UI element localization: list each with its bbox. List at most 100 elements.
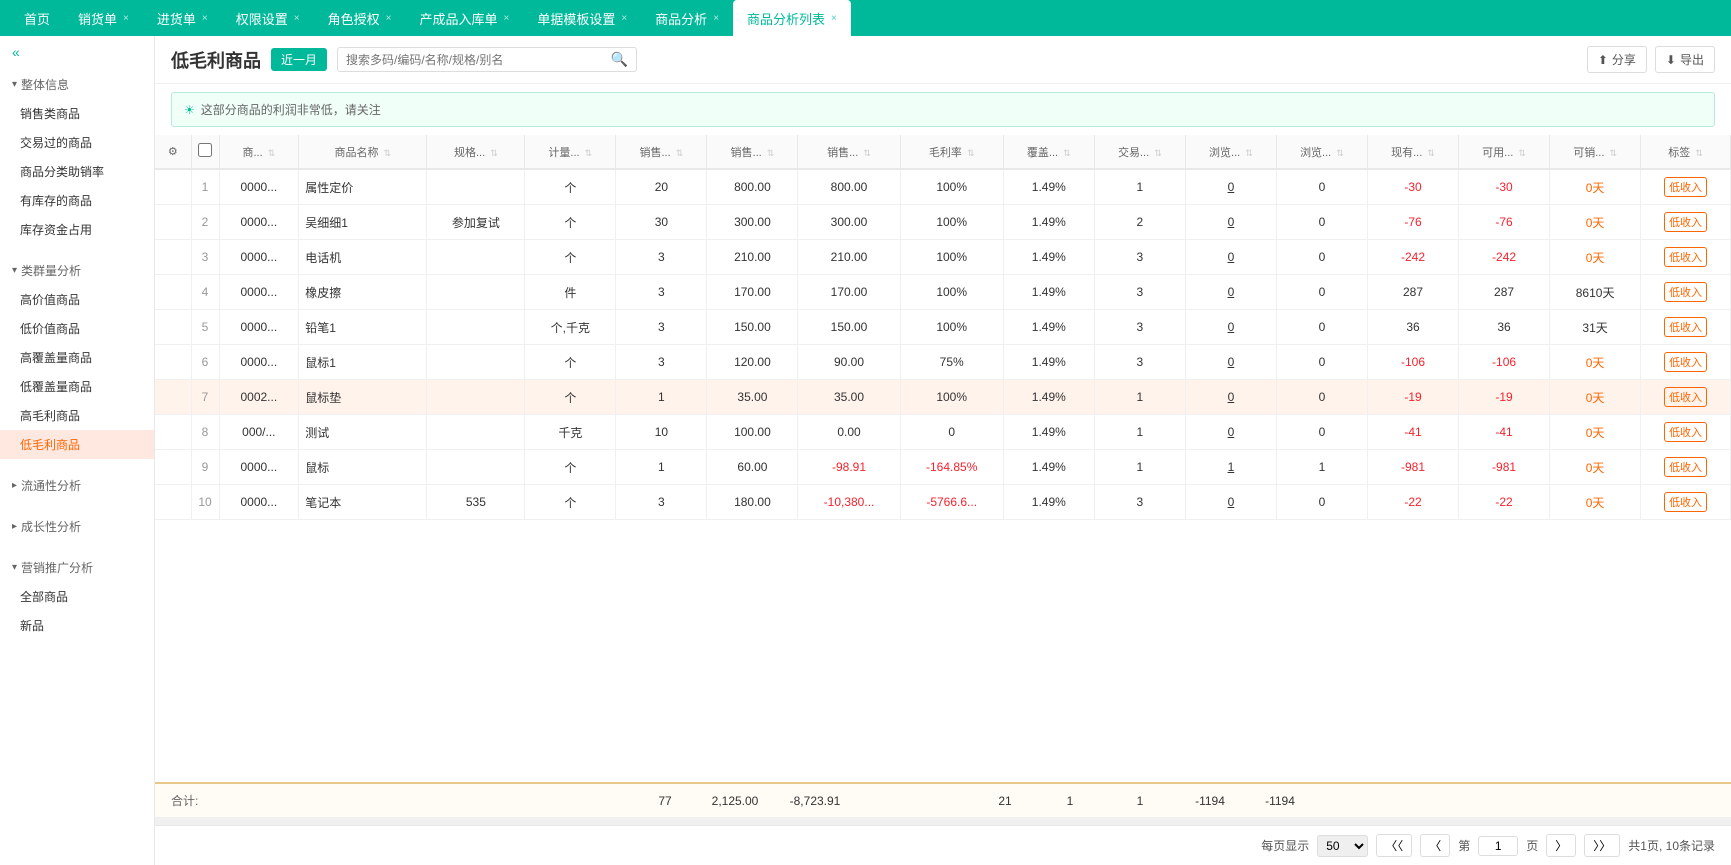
row-coverage: 1.49%	[1003, 275, 1094, 310]
col-sales-amount[interactable]: 销售... ⇅	[707, 135, 798, 169]
sidebar-item-category-rate[interactable]: 商品分类助销率	[0, 157, 154, 186]
prev-page-btn[interactable]: 〈	[1420, 834, 1450, 857]
col-saleable-days[interactable]: 可销... ⇅	[1550, 135, 1641, 169]
nav-product-entry-close[interactable]: ×	[503, 13, 509, 24]
sidebar-group-marketing[interactable]: ▾ 营销推广分析	[0, 553, 154, 582]
share-button[interactable]: ⬆ 分享	[1587, 46, 1647, 73]
nav-product-analysis-close[interactable]: ×	[713, 13, 719, 24]
row-coverage: 1.49%	[1003, 485, 1094, 520]
sidebar-group-growth[interactable]: ▸ 成长性分析	[0, 512, 154, 541]
col-sales-profit[interactable]: 销售... ⇅	[798, 135, 900, 169]
first-page-btn[interactable]: 〈〈	[1376, 834, 1412, 857]
col-coverage[interactable]: 覆盖... ⇅	[1003, 135, 1094, 169]
row-view1[interactable]: 0	[1185, 169, 1276, 205]
sidebar-item-all-goods[interactable]: 全部商品	[0, 582, 154, 611]
row-view1[interactable]: 0	[1185, 415, 1276, 450]
row-view1[interactable]: 0	[1185, 310, 1276, 345]
row-name[interactable]: 鼠标	[299, 450, 427, 485]
nav-product-analysis-list-close[interactable]: ×	[831, 13, 837, 24]
sidebar-item-low-value[interactable]: 低价值商品	[0, 314, 154, 343]
nav-template-close[interactable]: ×	[621, 13, 627, 24]
sidebar-item-high-value[interactable]: 高价值商品	[0, 285, 154, 314]
col-transaction[interactable]: 交易... ⇅	[1094, 135, 1185, 169]
nav-home[interactable]: 首页	[10, 0, 64, 36]
sidebar-item-high-profit[interactable]: 高毛利商品	[0, 401, 154, 430]
col-code[interactable]: 商... ⇅	[219, 135, 299, 169]
nav-sales-close[interactable]: ×	[123, 13, 129, 24]
col-spec[interactable]: 规格... ⇅	[427, 135, 525, 169]
nav-role-close[interactable]: ×	[386, 13, 392, 24]
time-filter-btn[interactable]: 近一月	[271, 48, 327, 71]
col-settings[interactable]: ⚙	[155, 135, 191, 169]
last-page-btn[interactable]: 〉〉	[1584, 834, 1620, 857]
settings-icon[interactable]: ⚙	[168, 146, 178, 158]
row-unit: 件	[525, 275, 616, 310]
row-available: 36	[1459, 310, 1550, 345]
row-name[interactable]: 笔记本	[299, 485, 427, 520]
col-gross-margin[interactable]: 毛利率 ⇅	[900, 135, 1003, 169]
sidebar-item-new-goods[interactable]: 新品	[0, 611, 154, 640]
row-name[interactable]: 电话机	[299, 240, 427, 275]
sidebar-group-cluster[interactable]: ▾ 类群量分析	[0, 256, 154, 285]
row-name[interactable]: 铅笔1	[299, 310, 427, 345]
sidebar-group-overall[interactable]: ▾ 整体信息	[0, 70, 154, 99]
col-name[interactable]: 商品名称 ⇅	[299, 135, 427, 169]
sidebar-item-low-coverage[interactable]: 低覆盖量商品	[0, 372, 154, 401]
row-name[interactable]: 测试	[299, 415, 427, 450]
nav-purchase-close[interactable]: ×	[202, 13, 208, 24]
sidebar-collapse-btn[interactable]: «	[12, 44, 20, 60]
sidebar-item-stock-goods[interactable]: 有库存的商品	[0, 186, 154, 215]
nav-product-analysis[interactable]: 商品分析 ×	[641, 0, 733, 36]
page-input[interactable]	[1478, 836, 1518, 856]
col-checkbox-all[interactable]	[191, 135, 219, 169]
sidebar-item-sales-goods[interactable]: 销售类商品	[0, 99, 154, 128]
nav-template[interactable]: 单据模板设置 ×	[523, 0, 641, 36]
row-transaction: 1	[1094, 415, 1185, 450]
col-current-stock[interactable]: 现有... ⇅	[1367, 135, 1458, 169]
next-page-btn[interactable]: 〉	[1546, 834, 1576, 857]
row-sales-profit: 0.00	[798, 415, 900, 450]
sidebar-group-flow[interactable]: ▸ 流通性分析	[0, 471, 154, 500]
row-current-stock: -30	[1367, 169, 1458, 205]
row-coverage: 1.49%	[1003, 205, 1094, 240]
sidebar-item-low-profit[interactable]: 低毛利商品	[0, 430, 154, 459]
col-view1[interactable]: 浏览... ⇅	[1185, 135, 1276, 169]
row-name[interactable]: 属性定价	[299, 169, 427, 205]
nav-sales[interactable]: 销货单 ×	[64, 0, 143, 36]
search-input[interactable]	[346, 53, 605, 67]
col-sales-qty[interactable]: 销售... ⇅	[616, 135, 707, 169]
col-view2[interactable]: 浏览... ⇅	[1276, 135, 1367, 169]
col-tag[interactable]: 标签 ⇅	[1641, 135, 1731, 169]
col-unit[interactable]: 计量... ⇅	[525, 135, 616, 169]
row-name[interactable]: 吴细细1	[299, 205, 427, 240]
nav-purchase[interactable]: 进货单 ×	[143, 0, 222, 36]
bottom-scrollbar[interactable]	[155, 817, 1731, 825]
row-unit: 个	[525, 240, 616, 275]
sidebar-item-traded-goods[interactable]: 交易过的商品	[0, 128, 154, 157]
nav-product-analysis-list[interactable]: 商品分析列表 ×	[733, 0, 851, 36]
row-view1[interactable]: 0	[1185, 205, 1276, 240]
row-name[interactable]: 鼠标垫	[299, 380, 427, 415]
row-name[interactable]: 橡皮擦	[299, 275, 427, 310]
row-view1[interactable]: 0	[1185, 485, 1276, 520]
nav-permission[interactable]: 权限设置 ×	[222, 0, 314, 36]
row-spec	[427, 240, 525, 275]
row-view1[interactable]: 1	[1185, 450, 1276, 485]
sidebar-item-high-coverage[interactable]: 高覆盖量商品	[0, 343, 154, 372]
col-available[interactable]: 可用... ⇅	[1459, 135, 1550, 169]
row-view1[interactable]: 0	[1185, 345, 1276, 380]
select-all-checkbox[interactable]	[198, 143, 212, 157]
export-button[interactable]: ⬇ 导出	[1655, 46, 1715, 73]
nav-permission-close[interactable]: ×	[294, 13, 300, 24]
row-view1[interactable]: 0	[1185, 240, 1276, 275]
nav-product-entry[interactable]: 产成品入库单 ×	[405, 0, 523, 36]
sidebar-item-stock-fund[interactable]: 库存资金占用	[0, 215, 154, 244]
row-code: 0000...	[219, 345, 299, 380]
row-name[interactable]: 鼠标1	[299, 345, 427, 380]
table-footer: 合计: 77 2,125.00 -8,723.91 21 1 1 -1194 -…	[155, 782, 1731, 817]
search-icon[interactable]: 🔍	[611, 51, 628, 68]
row-view1[interactable]: 0	[1185, 275, 1276, 310]
page-size-select[interactable]: 50 100 200	[1317, 835, 1368, 857]
nav-role[interactable]: 角色授权 ×	[314, 0, 406, 36]
row-view1[interactable]: 0	[1185, 380, 1276, 415]
